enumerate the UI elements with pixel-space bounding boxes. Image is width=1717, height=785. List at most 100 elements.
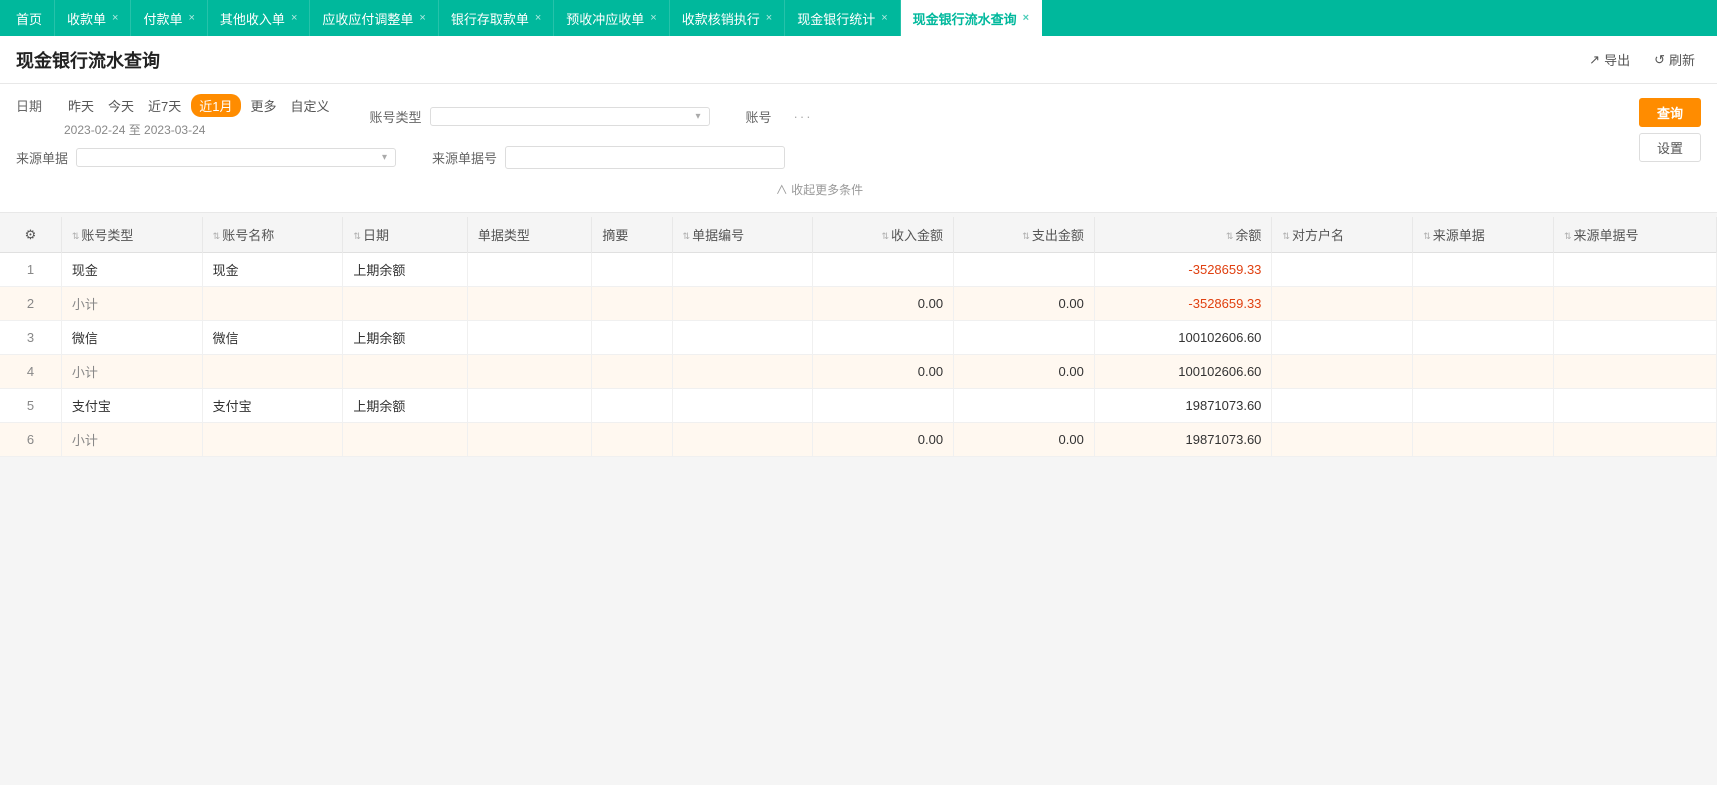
row-balance: 19871073.60 (1094, 423, 1272, 457)
col-source-doc[interactable]: ⇅来源单据 (1413, 217, 1554, 253)
row-account-name (202, 423, 343, 457)
row-income: 0.00 (813, 287, 954, 321)
nav-item-ar-ap-adjust[interactable]: 应收应付调整单× (310, 0, 438, 36)
col-source-doc-no[interactable]: ⇅来源单据号 (1553, 217, 1716, 253)
row-expense (954, 321, 1095, 355)
filter-area: 日期 昨天 今天 近7天 近1月 更多 自定义 2023-02-24 至 202… (0, 84, 1717, 213)
nav-close-cash-flow-query[interactable]: × (1023, 12, 1029, 24)
nav-item-home[interactable]: 首页 (4, 0, 55, 36)
row-counterpart (1272, 287, 1413, 321)
collapse-bar[interactable]: ∧ 收起更多条件 (16, 177, 1623, 206)
account-no-dots[interactable]: ··· (794, 109, 813, 124)
source-doc-no-input[interactable] (514, 150, 776, 165)
col-date[interactable]: ⇅日期 (343, 217, 467, 253)
row-source-doc (1413, 321, 1554, 355)
date-options: 昨天 今天 近7天 近1月 更多 自定义 (64, 94, 334, 117)
nav-close-other-income[interactable]: × (291, 12, 297, 24)
row-balance: -3528659.33 (1094, 253, 1272, 287)
row-source-doc-no (1553, 389, 1716, 423)
account-type-label: 账号类型 (370, 107, 422, 126)
nav-close-prepay-offset[interactable]: × (650, 12, 656, 24)
table-row: 5支付宝支付宝上期余额19871073.60 (0, 389, 1717, 423)
row-summary (592, 389, 672, 423)
row-num: 6 (0, 423, 61, 457)
refresh-icon: ↺ (1654, 52, 1665, 68)
account-no-label: 账号 (746, 107, 786, 126)
row-account-name (202, 287, 343, 321)
row-account-type: 微信 (61, 321, 202, 355)
nav-item-cash-bank-stat[interactable]: 现金银行统计× (785, 0, 900, 36)
nav-item-other-income[interactable]: 其他收入单× (208, 0, 310, 36)
row-account-type: 现金 (61, 253, 202, 287)
col-account-type[interactable]: ⇅账号类型 (61, 217, 202, 253)
source-doc-select[interactable]: ▾ (76, 148, 396, 167)
date-label: 日期 (16, 96, 56, 115)
col-account-name[interactable]: ⇅账号名称 (202, 217, 343, 253)
settings-button[interactable]: 设置 (1639, 133, 1701, 162)
row-account-type: 支付宝 (61, 389, 202, 423)
col-counterpart[interactable]: ⇅对方户名 (1272, 217, 1413, 253)
page-title: 现金银行流水查询 (16, 47, 160, 73)
date-range-display: 2023-02-24 至 2023-03-24 (64, 121, 334, 138)
filter-row-1: 日期 昨天 今天 近7天 近1月 更多 自定义 2023-02-24 至 202… (16, 94, 1623, 138)
filter-main-row: 日期 昨天 今天 近7天 近1月 更多 自定义 2023-02-24 至 202… (16, 94, 1701, 206)
nav-item-payment[interactable]: 付款单× (131, 0, 207, 36)
right-btn-group: 查询 设置 (1639, 98, 1701, 162)
row-summary (592, 321, 672, 355)
row-doc-no (672, 287, 813, 321)
col-balance[interactable]: ⇅余额 (1094, 217, 1272, 253)
row-doc-no (672, 321, 813, 355)
row-num: 1 (0, 253, 61, 287)
row-expense (954, 389, 1095, 423)
nav-item-prepay-offset[interactable]: 预收冲应收单× (554, 0, 669, 36)
date-opt-more[interactable]: 更多 (247, 94, 281, 117)
collapse-icon: ∧ (776, 183, 788, 197)
nav-item-receipt[interactable]: 收款单× (55, 0, 131, 36)
row-doc-type (467, 253, 591, 287)
row-source-doc-no (1553, 253, 1716, 287)
row-source-doc (1413, 253, 1554, 287)
export-button[interactable]: ↗ 导出 (1583, 46, 1636, 73)
row-income (813, 253, 954, 287)
date-opt-yesterday[interactable]: 昨天 (64, 94, 98, 117)
row-doc-type (467, 389, 591, 423)
nav-close-ar-ap-adjust[interactable]: × (419, 12, 425, 24)
nav-close-receipt-verify[interactable]: × (766, 12, 772, 24)
col-summary[interactable]: 摘要 (592, 217, 672, 253)
nav-item-receipt-verify[interactable]: 收款核销执行× (670, 0, 785, 36)
row-source-doc-no (1553, 423, 1716, 457)
nav-close-bank-deposit[interactable]: × (535, 12, 541, 24)
col-gear[interactable]: ⚙ (0, 217, 61, 253)
refresh-button[interactable]: ↺ 刷新 (1648, 46, 1701, 73)
row-source-doc (1413, 355, 1554, 389)
table-row: 6小计0.000.0019871073.60 (0, 423, 1717, 457)
row-counterpart (1272, 423, 1413, 457)
row-date: 上期余额 (343, 389, 467, 423)
nav-close-receipt[interactable]: × (112, 12, 118, 24)
col-doc-type[interactable]: 单据类型 (467, 217, 591, 253)
top-nav: 首页收款单×付款单×其他收入单×应收应付调整单×银行存取款单×预收冲应收单×收款… (0, 0, 1717, 36)
date-opt-custom[interactable]: 自定义 (287, 94, 334, 117)
nav-close-cash-bank-stat[interactable]: × (881, 12, 887, 24)
col-doc-no[interactable]: ⇅单据编号 (672, 217, 813, 253)
row-income: 0.00 (813, 423, 954, 457)
row-doc-type (467, 423, 591, 457)
col-expense[interactable]: ⇅支出金额 (954, 217, 1095, 253)
filter-row-2: 来源单据 ▾ 来源单据号 (16, 146, 1623, 169)
col-income[interactable]: ⇅收入金额 (813, 217, 954, 253)
account-type-select[interactable]: ▾ (430, 107, 710, 126)
date-opt-7days[interactable]: 近7天 (144, 94, 185, 117)
nav-close-payment[interactable]: × (188, 12, 194, 24)
row-date (343, 355, 467, 389)
nav-item-bank-deposit[interactable]: 银行存取款单× (439, 0, 554, 36)
query-button[interactable]: 查询 (1639, 98, 1701, 127)
nav-item-cash-flow-query[interactable]: 现金银行流水查询× (901, 0, 1042, 36)
date-filter-group: 日期 昨天 今天 近7天 近1月 更多 自定义 2023-02-24 至 202… (16, 94, 334, 138)
row-balance: -3528659.33 (1094, 287, 1272, 321)
row-doc-type (467, 287, 591, 321)
row-doc-type (467, 355, 591, 389)
date-opt-1month[interactable]: 近1月 (191, 94, 240, 117)
date-opt-today[interactable]: 今天 (104, 94, 138, 117)
gear-icon[interactable]: ⚙ (25, 227, 37, 242)
row-source-doc-no (1553, 355, 1716, 389)
